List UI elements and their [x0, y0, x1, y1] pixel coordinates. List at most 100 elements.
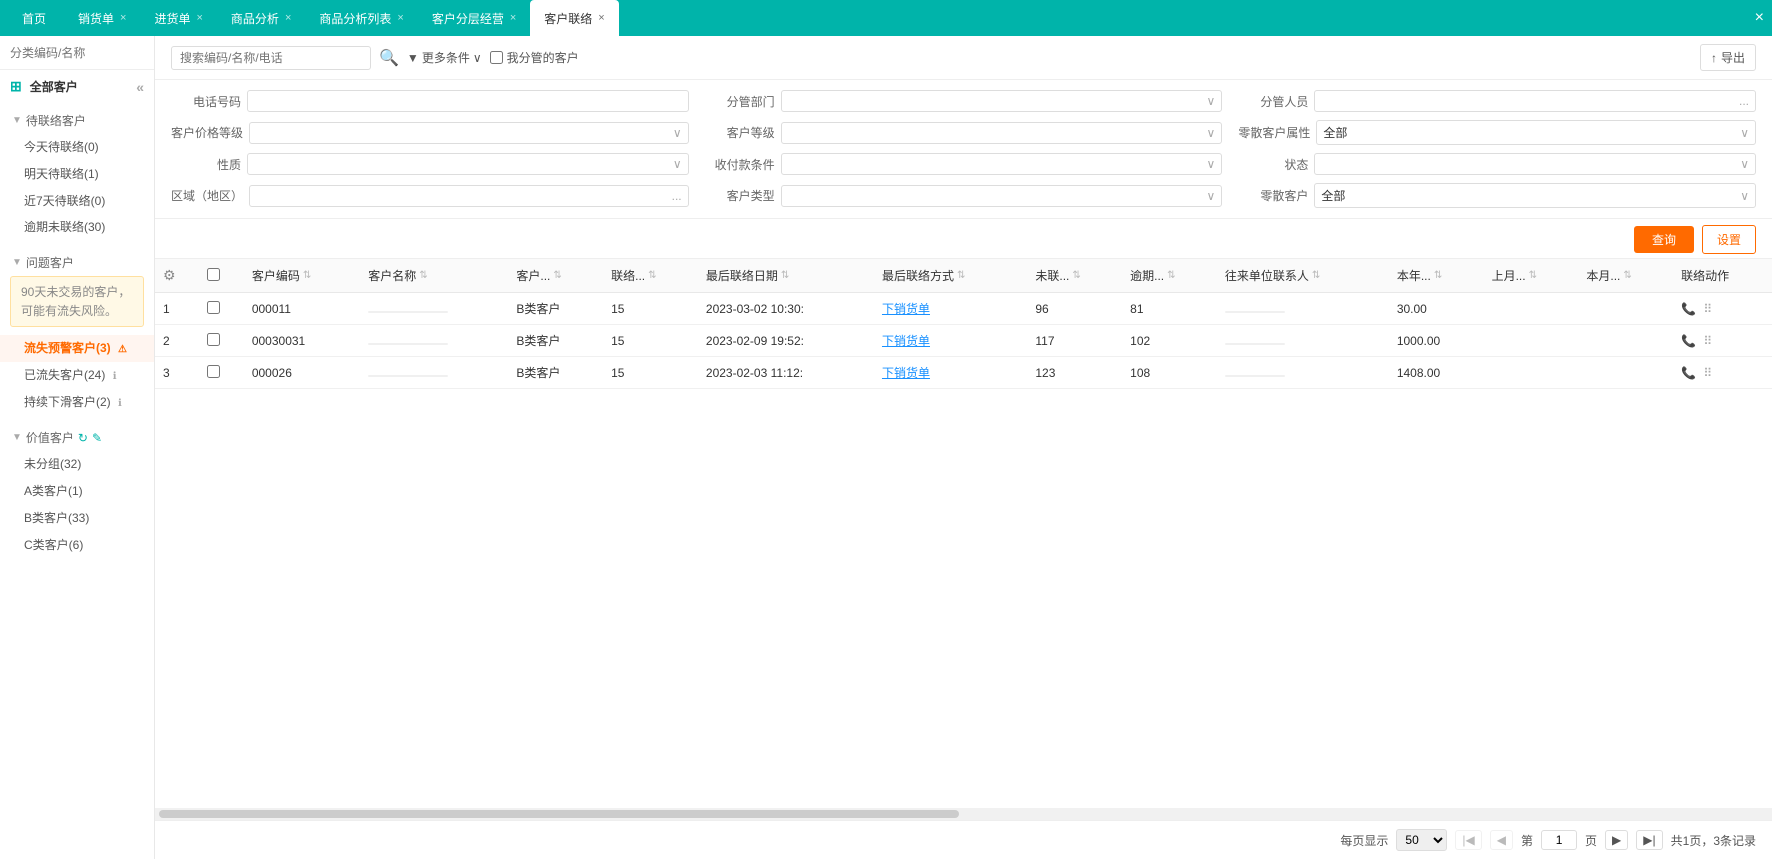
table-settings-icon[interactable]: ⚙ — [163, 267, 176, 284]
sidebar-item-churned[interactable]: 已流失客户(24) ℹ — [0, 362, 154, 389]
cell-code: 00030031 — [244, 325, 360, 357]
sidebar-item-class-a[interactable]: A类客户(1) — [0, 478, 154, 505]
my-customers-checkbox[interactable] — [490, 51, 503, 64]
area-select[interactable]: ... — [249, 185, 689, 207]
next-page-button[interactable]: ▶ — [1605, 830, 1628, 850]
phone-input[interactable] — [247, 90, 689, 112]
gender-select[interactable]: ∨ — [247, 153, 689, 175]
action-more-icon[interactable]: ⠿ — [1703, 334, 1712, 348]
sidebar-item-7days[interactable]: 近7天待联络(0) — [0, 188, 154, 215]
page-unit: 页 — [1585, 832, 1597, 849]
sidebar-item-today[interactable]: 今天待联络(0) — [0, 134, 154, 161]
customer-type-select[interactable]: ∨ — [781, 185, 1223, 207]
dept-select[interactable]: ∨ — [781, 90, 1223, 112]
tab-customer-tier[interactable]: 客户分层经营 × — [418, 0, 530, 36]
zero-sales-select[interactable]: 全部 ∨ — [1316, 120, 1756, 145]
cell-code: 000011 — [244, 293, 360, 325]
col-name[interactable]: 客户名称 ⇅ — [360, 259, 508, 293]
cell-checkbox[interactable] — [199, 325, 244, 357]
action-more-icon[interactable]: ⠿ — [1703, 302, 1712, 316]
scroll-thumb[interactable] — [159, 810, 959, 818]
query-button[interactable]: 查询 — [1634, 226, 1694, 253]
group-pending-contact-title[interactable]: ▼ 待联络客户 — [0, 107, 154, 134]
col-overdue[interactable]: 逾期... ⇅ — [1122, 259, 1217, 293]
action-phone-icon[interactable]: 📞 — [1681, 302, 1696, 316]
tab-purchase-close[interactable]: × — [196, 12, 202, 24]
col-type[interactable]: 客户... ⇅ — [508, 259, 603, 293]
refresh-icon[interactable]: ↻ — [78, 431, 88, 445]
customer-level-select[interactable]: ∨ — [781, 122, 1223, 144]
sidebar-item-tomorrow[interactable]: 明天待联络(1) — [0, 161, 154, 188]
tab-purchase[interactable]: 进货单 × — [140, 0, 216, 36]
cell-checkbox[interactable] — [199, 293, 244, 325]
edit-icon[interactable]: ✎ — [92, 431, 102, 445]
cell-checkbox[interactable] — [199, 357, 244, 389]
collapse-icon[interactable]: « — [136, 79, 144, 95]
action-phone-icon[interactable]: 📞 — [1681, 334, 1696, 348]
group-problem-title[interactable]: ▼ 问题客户 — [0, 249, 154, 276]
col-code[interactable]: 客户编码 ⇅ — [244, 259, 360, 293]
cell-type: B类客户 — [508, 325, 603, 357]
per-page-select[interactable]: 50 100 — [1396, 829, 1447, 851]
col-this-month[interactable]: 本月... ⇅ — [1578, 259, 1673, 293]
tab-analysis-close[interactable]: × — [285, 12, 291, 24]
tab-home[interactable]: 首页 — [8, 0, 60, 36]
col-last-method[interactable]: 最后联络方式 ⇅ — [874, 259, 1027, 293]
sidebar-item-class-b[interactable]: B类客户(33) — [0, 505, 154, 532]
sidebar-search-input[interactable] — [10, 46, 155, 60]
sidebar-item-class-c[interactable]: C类客户(6) — [0, 532, 154, 559]
filter-search-input[interactable] — [171, 46, 371, 70]
filter-search-button[interactable]: 🔍 — [379, 48, 399, 68]
cell-this-year: 1408.00 — [1389, 357, 1484, 389]
filter-more-button[interactable]: ▼ 更多条件 ∨ — [407, 49, 482, 66]
tab-customer-contact-close[interactable]: × — [598, 12, 604, 24]
col-contacts[interactable]: 联络... ⇅ — [603, 259, 698, 293]
sidebar-all-customers[interactable]: ⊞ 全部客户 « — [0, 70, 154, 103]
tab-analysis[interactable]: 商品分析 × — [217, 0, 305, 36]
cell-last-date: 2023-03-02 10:30: — [698, 293, 874, 325]
main-layout: 🔍 ⊞ 全部客户 « ▼ 待联络客户 今天待联络(0) 明天待联络(1) 近7天… — [0, 36, 1772, 859]
tab-customer-tier-close[interactable]: × — [510, 12, 516, 24]
sort-code-icon: ⇅ — [303, 270, 311, 281]
col-contact-person[interactable]: 往来单位联系人 ⇅ — [1217, 259, 1389, 293]
group-value-title[interactable]: ▼ 价值客户 ↻ ✎ — [0, 424, 154, 451]
filter-zero-sales: 零散客户属性 全部 ∨ — [1238, 120, 1756, 145]
payment-select[interactable]: ∨ — [781, 153, 1223, 175]
export-button[interactable]: ↑ 导出 — [1700, 44, 1756, 71]
status-select[interactable]: ∨ — [1314, 153, 1756, 175]
sidebar-item-unclassified[interactable]: 未分组(32) — [0, 451, 154, 478]
action-phone-icon[interactable]: 📞 — [1681, 366, 1696, 380]
page-label: 第 — [1521, 832, 1533, 849]
col-this-year[interactable]: 本年... ⇅ — [1389, 259, 1484, 293]
horizontal-scrollbar[interactable] — [155, 808, 1772, 820]
select-all-checkbox[interactable] — [207, 268, 220, 281]
sidebar-item-overdue-contact[interactable]: 逾期未联络(30) — [0, 214, 154, 241]
last-page-button[interactable]: ▶| — [1636, 830, 1662, 850]
close-all-tabs-button[interactable]: × — [1755, 9, 1764, 27]
group-pending-label: 待联络客户 — [26, 112, 86, 129]
settings-button[interactable]: 设置 — [1702, 225, 1756, 254]
sidebar-item-churn-warning[interactable]: 流失预警客户(3) ⚠ — [0, 335, 154, 362]
prev-page-button[interactable]: ◀ — [1490, 830, 1513, 850]
manager-select[interactable]: ... — [1314, 90, 1756, 112]
sort-date-icon: ⇅ — [781, 270, 789, 281]
col-last-date[interactable]: 最后联络日期 ⇅ — [698, 259, 874, 293]
action-more-icon[interactable]: ⠿ — [1703, 366, 1712, 380]
first-page-button[interactable]: |◀ — [1455, 830, 1481, 850]
zero-customer-select[interactable]: 全部 ∨ — [1314, 183, 1756, 208]
cell-last-date: 2023-02-09 19:52: — [698, 325, 874, 357]
price-level-select[interactable]: ∨ — [249, 122, 689, 144]
my-customers-filter[interactable]: 我分管的客户 — [490, 49, 579, 66]
price-level-label: 客户价格等级 — [171, 124, 243, 141]
tab-analysis-list[interactable]: 商品分析列表 × — [305, 0, 417, 36]
tab-sales[interactable]: 销货单 × — [64, 0, 140, 36]
page-input[interactable] — [1541, 830, 1577, 850]
cell-contact-person — [1217, 293, 1389, 325]
tab-analysis-list-close[interactable]: × — [397, 12, 403, 24]
tab-sales-close[interactable]: × — [120, 12, 126, 24]
cell-index: 1 — [155, 293, 199, 325]
tab-customer-contact[interactable]: 客户联络 × — [530, 0, 618, 36]
col-no-contact[interactable]: 未联... ⇅ — [1027, 259, 1122, 293]
col-last-month[interactable]: 上月... ⇅ — [1484, 259, 1579, 293]
sidebar-item-declining[interactable]: 持续下滑客户(2) ℹ — [0, 389, 154, 416]
